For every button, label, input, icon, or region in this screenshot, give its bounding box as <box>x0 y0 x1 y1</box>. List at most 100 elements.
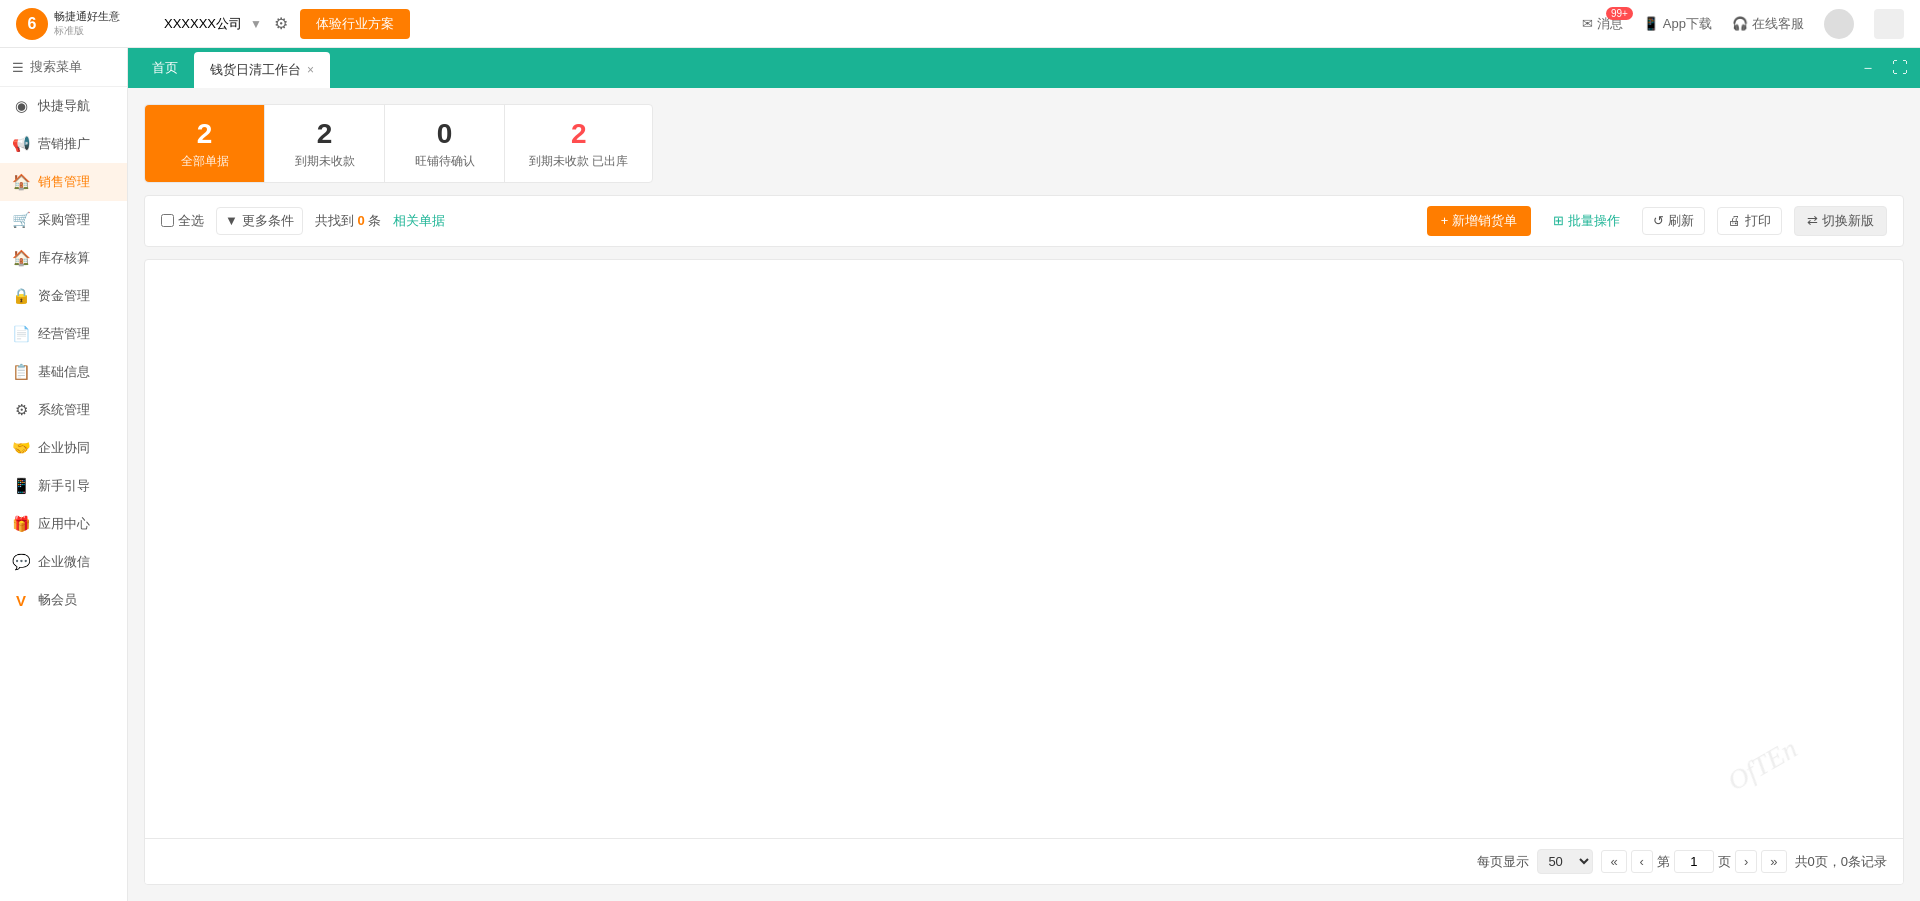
service-label: 在线客服 <box>1752 15 1804 33</box>
app-center-icon: 🎁 <box>12 515 30 533</box>
system-icon: ⚙ <box>12 401 30 419</box>
sidebar-item-label: 资金管理 <box>38 287 90 305</box>
sidebar-item-wechat[interactable]: 💬 企业微信 <box>0 543 127 581</box>
toolbar: 全选 ▼ 更多条件 共找到 0 条 相关单据 + 新增销货单 <box>144 195 1904 247</box>
switch-btn[interactable]: ⇄ 切换新版 <box>1794 206 1887 236</box>
company-dropdown-icon: ▼ <box>250 17 262 31</box>
table-area: 每页显示 50 100 200 « ‹ 第 1 页 › » <box>144 259 1904 885</box>
sidebar-item-label: 应用中心 <box>38 515 90 533</box>
page-input[interactable]: 1 <box>1674 850 1714 873</box>
tab-home[interactable]: 首页 <box>136 48 194 88</box>
search-label: 搜索菜单 <box>30 58 82 76</box>
logo-sub: 标准版 <box>54 24 120 38</box>
next-page-btn[interactable]: › <box>1735 850 1757 873</box>
sidebar-item-quick-nav[interactable]: ◉ 快捷导航 <box>0 87 127 125</box>
stat-pending-label: 旺铺待确认 <box>409 153 480 170</box>
batch-btn[interactable]: ⊞ 批量操作 <box>1543 208 1630 234</box>
purchase-icon: 🛒 <box>12 211 30 229</box>
tab-active[interactable]: 钱货日清工作台 × <box>194 52 330 88</box>
search-icon: ☰ <box>12 60 24 75</box>
related-btn[interactable]: 相关单据 <box>393 212 445 230</box>
first-page-btn[interactable]: « <box>1601 850 1626 873</box>
quick-nav-icon: ◉ <box>12 97 30 115</box>
sidebar-item-label: 销售管理 <box>38 173 90 191</box>
stat-overdue-label: 到期未收款 <box>289 153 360 170</box>
logo-text: 畅捷通好生意 <box>54 9 120 23</box>
sidebar-item-purchase[interactable]: 🛒 采购管理 <box>0 201 127 239</box>
sidebar-item-member[interactable]: V 畅会员 <box>0 581 127 619</box>
sidebar-item-label: 基础信息 <box>38 363 90 381</box>
sidebar-item-finance[interactable]: 🔒 资金管理 <box>0 277 127 315</box>
refresh-btn[interactable]: ↺ 刷新 <box>1642 207 1705 235</box>
layout: ☰ 搜索菜单 ◉ 快捷导航 📢 营销推广 🏠 销售管理 🛒 采购管理 🏠 库存核… <box>0 48 1920 901</box>
sidebar-item-label: 库存核算 <box>38 249 90 267</box>
user-menu[interactable] <box>1874 9 1904 39</box>
sidebar-item-operations[interactable]: 📄 经营管理 <box>0 315 127 353</box>
switch-icon: ⇄ <box>1807 213 1818 228</box>
logo-icon: 6 <box>16 8 48 40</box>
stat-pending-num: 0 <box>409 117 480 151</box>
sidebar-item-system[interactable]: ⚙ 系统管理 <box>0 391 127 429</box>
refresh-icon: ↺ <box>1653 213 1664 228</box>
tab-minimize-btn[interactable]: － <box>1856 54 1880 83</box>
service-icon: 🎧 <box>1732 16 1748 31</box>
main: 首页 钱货日清工作台 × － ⛶ 2 全部单据 2 到期未收款 <box>128 48 1920 901</box>
sidebar-item-inventory[interactable]: 🏠 库存核算 <box>0 239 127 277</box>
found-text: 共找到 0 条 <box>315 212 381 230</box>
settings-icon[interactable]: ⚙ <box>274 14 288 33</box>
sidebar-item-enterprise[interactable]: 🤝 企业协同 <box>0 429 127 467</box>
company-name: XXXXXX公司 <box>164 15 242 33</box>
select-all-checkbox[interactable]: 全选 <box>161 212 204 230</box>
member-icon: V <box>12 592 30 609</box>
app-download-btn[interactable]: 📱 App下载 <box>1643 15 1712 33</box>
per-page-select[interactable]: 50 100 200 <box>1537 849 1593 874</box>
avatar[interactable] <box>1824 9 1854 39</box>
content: 2 全部单据 2 到期未收款 0 旺铺待确认 2 到期未收款 已出库 <box>128 88 1920 901</box>
toolbar-right: + 新增销货单 ⊞ 批量操作 ↺ 刷新 🖨 打印 ⇄ <box>1427 206 1887 236</box>
tabs-bar: 首页 钱货日清工作台 × － ⛶ <box>128 48 1920 88</box>
refresh-label: 刷新 <box>1668 212 1694 230</box>
sidebar-item-guide[interactable]: 📱 新手引导 <box>0 467 127 505</box>
tab-close-icon[interactable]: × <box>307 63 314 77</box>
sidebar-item-label: 采购管理 <box>38 211 90 229</box>
new-order-btn[interactable]: + 新增销货单 <box>1427 206 1531 236</box>
message-btn[interactable]: ✉ 消息 99+ <box>1582 15 1623 33</box>
sidebar: ☰ 搜索菜单 ◉ 快捷导航 📢 营销推广 🏠 销售管理 🛒 采购管理 🏠 库存核… <box>0 48 128 901</box>
tabs-controls: － ⛶ <box>1856 54 1912 83</box>
sidebar-item-sales[interactable]: 🏠 销售管理 <box>0 163 127 201</box>
batch-label: 批量操作 <box>1568 212 1620 230</box>
sidebar-item-label: 快捷导航 <box>38 97 90 115</box>
sales-icon: 🏠 <box>12 173 30 191</box>
operations-icon: 📄 <box>12 325 30 343</box>
found-count: 0 <box>358 213 365 228</box>
trial-btn[interactable]: 体验行业方案 <box>300 9 410 39</box>
filter-btn[interactable]: ▼ 更多条件 <box>216 207 303 235</box>
inventory-icon: 🏠 <box>12 249 30 267</box>
sidebar-item-basic-info[interactable]: 📋 基础信息 <box>0 353 127 391</box>
sidebar-item-marketing[interactable]: 📢 营销推广 <box>0 125 127 163</box>
page-prefix: 第 <box>1657 853 1670 871</box>
stat-overdue[interactable]: 2 到期未收款 <box>265 105 385 182</box>
last-page-btn[interactable]: » <box>1761 850 1786 873</box>
switch-label: 切换新版 <box>1822 212 1874 230</box>
stat-all-label: 全部单据 <box>169 153 240 170</box>
stat-all[interactable]: 2 全部单据 <box>145 105 265 182</box>
search-menu[interactable]: ☰ 搜索菜单 <box>0 48 127 87</box>
tab-maximize-btn[interactable]: ⛶ <box>1888 54 1912 83</box>
company-selector[interactable]: XXXXXX公司 ▼ <box>164 15 262 33</box>
select-all-input[interactable] <box>161 214 174 227</box>
select-all-label: 全选 <box>178 212 204 230</box>
stat-pending[interactable]: 0 旺铺待确认 <box>385 105 505 182</box>
print-btn[interactable]: 🖨 打印 <box>1717 207 1782 235</box>
filter-icon: ▼ <box>225 213 238 228</box>
service-btn[interactable]: 🎧 在线客服 <box>1732 15 1804 33</box>
stat-out-num: 2 <box>529 117 628 151</box>
pagination: 每页显示 50 100 200 « ‹ 第 1 页 › » <box>145 838 1903 884</box>
sidebar-item-label: 畅会员 <box>38 591 77 609</box>
tab-label: 钱货日清工作台 <box>210 61 301 79</box>
sidebar-item-label: 系统管理 <box>38 401 90 419</box>
table-empty <box>145 260 1903 838</box>
prev-page-btn[interactable]: ‹ <box>1631 850 1653 873</box>
sidebar-item-app-center[interactable]: 🎁 应用中心 <box>0 505 127 543</box>
stat-out[interactable]: 2 到期未收款 已出库 <box>505 105 652 182</box>
